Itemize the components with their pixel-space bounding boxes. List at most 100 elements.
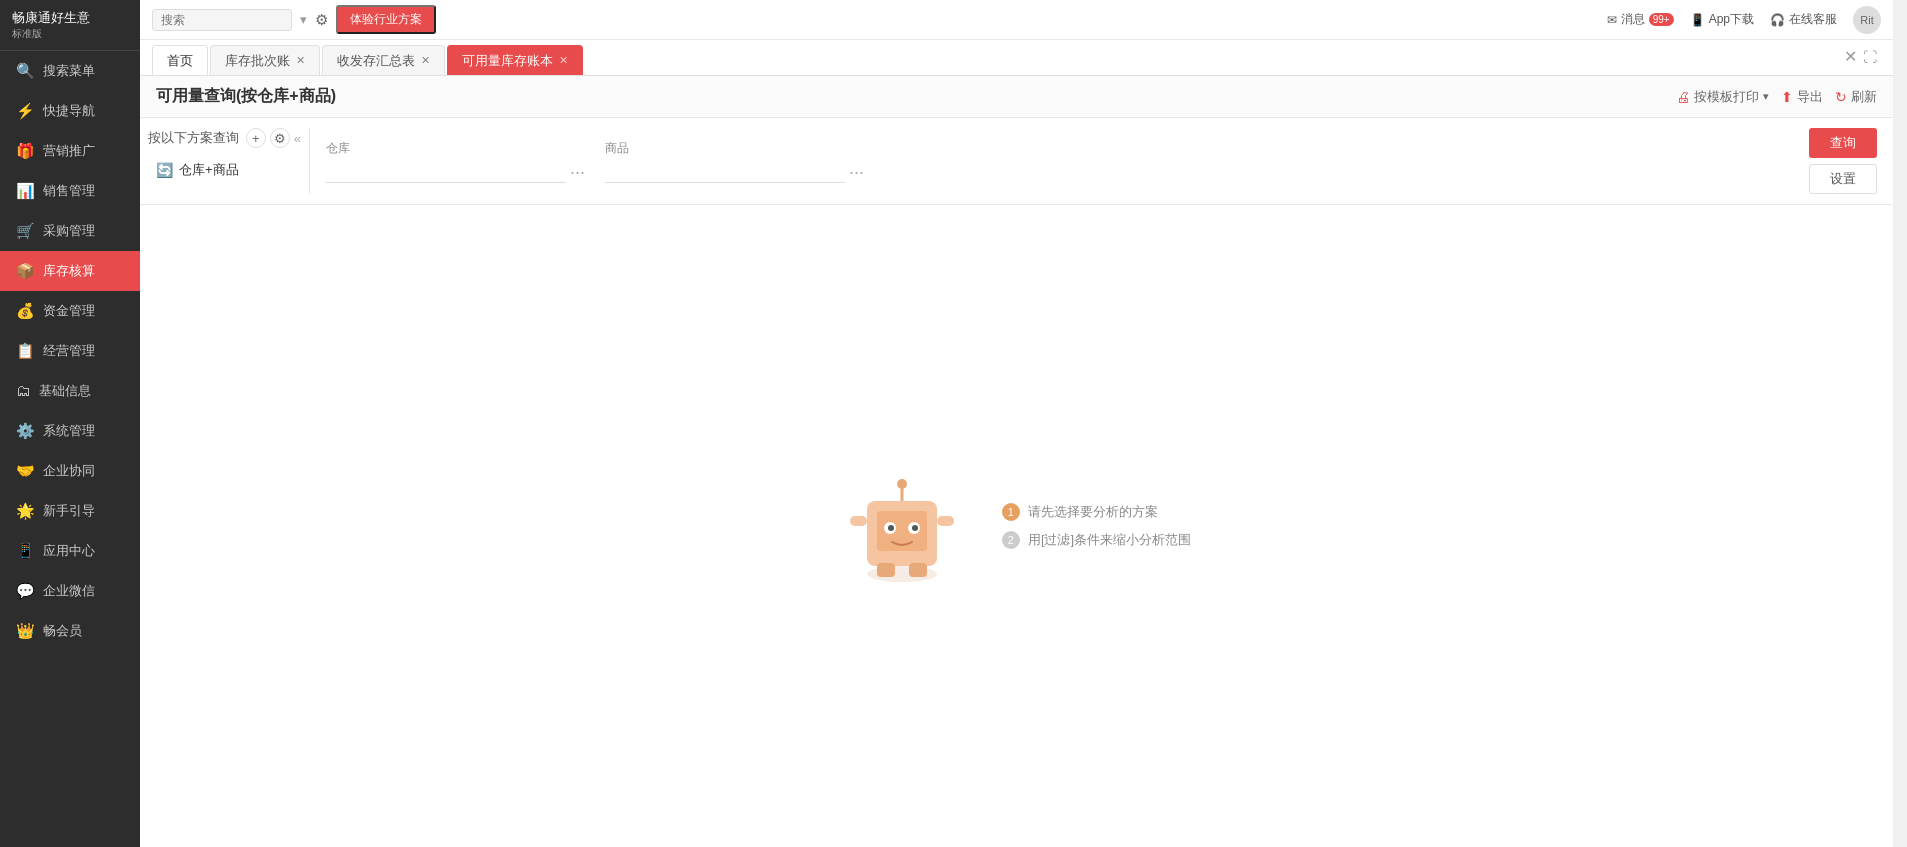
scheme-item-label: 仓库+商品: [179, 161, 239, 179]
empty-hint-2-text: 用[过滤]条件来缩小分析范围: [1028, 531, 1191, 549]
topbar: ▾ ⚙ 体验行业方案 ✉ 消息 99+ 📱 App下载 🎧 在线客服 Rit: [140, 0, 1893, 40]
refresh-btn[interactable]: ↻ 刷新: [1835, 88, 1877, 106]
empty-robot-svg: [842, 466, 962, 586]
print-icon: 🖨: [1676, 89, 1690, 105]
appstore-icon: 📱: [16, 542, 35, 560]
sidebar-item-search[interactable]: 🔍搜索菜单: [0, 51, 140, 91]
username-label: Rit: [1860, 14, 1873, 26]
tab-close-available[interactable]: ✕: [559, 54, 568, 67]
add-scheme-btn[interactable]: +: [246, 128, 266, 148]
trial-btn[interactable]: 体验行业方案: [336, 5, 436, 34]
print-chevron-icon[interactable]: ▾: [1763, 90, 1769, 103]
product-filter: 商品 ···: [605, 140, 864, 183]
empty-hint-1-text: 请先选择要分析的方案: [1028, 503, 1158, 521]
purchase-icon: 🛒: [16, 222, 35, 240]
gear-icon[interactable]: ⚙: [315, 11, 328, 29]
online-service-label: 在线客服: [1789, 11, 1837, 28]
avatar[interactable]: Rit: [1853, 6, 1881, 34]
tab-close-summary[interactable]: ✕: [421, 54, 430, 67]
empty-text-area: 1 请先选择要分析的方案 2 用[过滤]条件来缩小分析范围: [1002, 503, 1191, 549]
system-icon: ⚙️: [16, 422, 35, 440]
newbie-icon: 🌟: [16, 502, 35, 520]
inventory-icon: 📦: [16, 262, 35, 280]
query-btn[interactable]: 查询: [1809, 128, 1877, 158]
operations-icon: 📋: [16, 342, 35, 360]
headset-icon: 🎧: [1770, 13, 1785, 27]
sidebar-item-label: 企业微信: [43, 582, 95, 600]
settings-btn[interactable]: 设置: [1809, 164, 1877, 194]
sidebar-nav: 🔍搜索菜单⚡快捷导航🎁营销推广📊销售管理🛒采购管理📦库存核算💰资金管理📋经营管理…: [0, 51, 140, 847]
tab-close-batch[interactable]: ✕: [296, 54, 305, 67]
query-buttons: 查询 设置: [1809, 128, 1893, 194]
message-label: 消息: [1621, 11, 1645, 28]
product-label: 商品: [605, 140, 864, 157]
svg-rect-12: [909, 563, 927, 577]
sidebar-item-newbie[interactable]: 🌟 新手引导: [0, 491, 140, 531]
tab-label-batch: 库存批次账: [225, 52, 290, 70]
sidebar-item-appstore[interactable]: 📱应用中心: [0, 531, 140, 571]
expand-window-icon[interactable]: ⛶: [1863, 48, 1877, 64]
tab-summary[interactable]: 收发存汇总表 ✕: [322, 45, 445, 75]
product-input-wrapper: ···: [605, 161, 864, 183]
export-label: 导出: [1797, 88, 1823, 106]
sidebar-item-quick_nav[interactable]: ⚡快捷导航: [0, 91, 140, 131]
sidebar-item-label: 销售管理: [43, 182, 95, 200]
svg-rect-10: [937, 516, 954, 526]
print-label: 按模板打印: [1694, 88, 1759, 106]
scheme-item-icon: 🔄: [156, 162, 173, 178]
warehouse-more-icon[interactable]: ···: [570, 163, 585, 181]
collapse-scheme-icon[interactable]: «: [294, 131, 301, 146]
sidebar-item-marketing[interactable]: 🎁营销推广: [0, 131, 140, 171]
enterprise-icon: 🤝: [16, 462, 35, 480]
export-icon: ⬆: [1781, 89, 1793, 105]
warehouse-input-wrapper: ···: [326, 161, 585, 183]
warehouse-input[interactable]: [326, 161, 566, 183]
svg-rect-11: [877, 563, 895, 577]
export-btn[interactable]: ⬆ 导出: [1781, 88, 1823, 106]
svg-point-6: [912, 525, 918, 531]
print-template-btn[interactable]: 🖨 按模板打印 ▾: [1676, 88, 1769, 106]
app-download-btn[interactable]: 📱 App下载: [1690, 11, 1754, 28]
content-area: 可用量查询(按仓库+商品) 🖨 按模板打印 ▾ ⬆ 导出 ↻ 刷新: [140, 76, 1893, 847]
sidebar-item-enterprise[interactable]: 🤝企业协同: [0, 451, 140, 491]
settings-scheme-btn[interactable]: ⚙: [270, 128, 290, 148]
member-icon: 👑: [16, 622, 35, 640]
sidebar-item-inventory[interactable]: 📦库存核算: [0, 251, 140, 291]
tab-available[interactable]: 可用量库存账本✕: [447, 45, 583, 75]
sidebar-item-label: 系统管理: [43, 422, 95, 440]
tab-label-summary: 收发存汇总表: [337, 52, 415, 70]
product-more-icon[interactable]: ···: [849, 163, 864, 181]
finance-icon: 💰: [16, 302, 35, 320]
step-1-num: 1: [1002, 503, 1020, 521]
sidebar-item-label: 营销推广: [43, 142, 95, 160]
sidebar-item-basic[interactable]: 🗂基础信息: [0, 371, 140, 411]
message-btn[interactable]: ✉ 消息 99+: [1607, 11, 1674, 28]
tab-home[interactable]: 首页: [152, 45, 208, 75]
online-service-btn[interactable]: 🎧 在线客服: [1770, 11, 1837, 28]
sidebar-item-sales[interactable]: 📊销售管理: [0, 171, 140, 211]
chevron-down-icon[interactable]: ▾: [300, 12, 307, 27]
sidebar-item-label: 新手引导: [43, 502, 95, 520]
sidebar-item-member[interactable]: 👑畅会员: [0, 611, 140, 651]
sidebar-item-finance[interactable]: 💰资金管理: [0, 291, 140, 331]
content-header: 可用量查询(按仓库+商品) 🖨 按模板打印 ▾ ⬆ 导出 ↻ 刷新: [140, 76, 1893, 118]
scheme-item[interactable]: 🔄 仓库+商品: [148, 156, 301, 184]
empty-hint-1: 1 请先选择要分析的方案: [1002, 503, 1191, 521]
search-input[interactable]: [152, 9, 292, 31]
svg-point-5: [888, 525, 894, 531]
topbar-right: ✉ 消息 99+ 📱 App下载 🎧 在线客服 Rit: [1607, 6, 1881, 34]
search-icon: 🔍: [16, 62, 35, 80]
sidebar-item-system[interactable]: ⚙️ 系统管理: [0, 411, 140, 451]
product-input[interactable]: [605, 161, 845, 183]
query-area: 按以下方案查询 + ⚙ « 🔄 仓库+商品 仓库: [140, 118, 1893, 205]
window-controls: ✕ ⛶: [1844, 47, 1881, 66]
close-window-icon[interactable]: ✕: [1844, 47, 1857, 66]
warehouse-label: 仓库: [326, 140, 585, 157]
main-area: ▾ ⚙ 体验行业方案 ✉ 消息 99+ 📱 App下载 🎧 在线客服 Rit 首…: [140, 0, 1893, 847]
sidebar-item-wechat[interactable]: 💬企业微信: [0, 571, 140, 611]
sidebar-item-operations[interactable]: 📋经营管理: [0, 331, 140, 371]
tab-batch[interactable]: 库存批次账 ✕: [210, 45, 320, 75]
sidebar-item-label: 基础信息: [39, 382, 91, 400]
sidebar-item-purchase[interactable]: 🛒采购管理: [0, 211, 140, 251]
app-download-label: App下载: [1709, 11, 1754, 28]
